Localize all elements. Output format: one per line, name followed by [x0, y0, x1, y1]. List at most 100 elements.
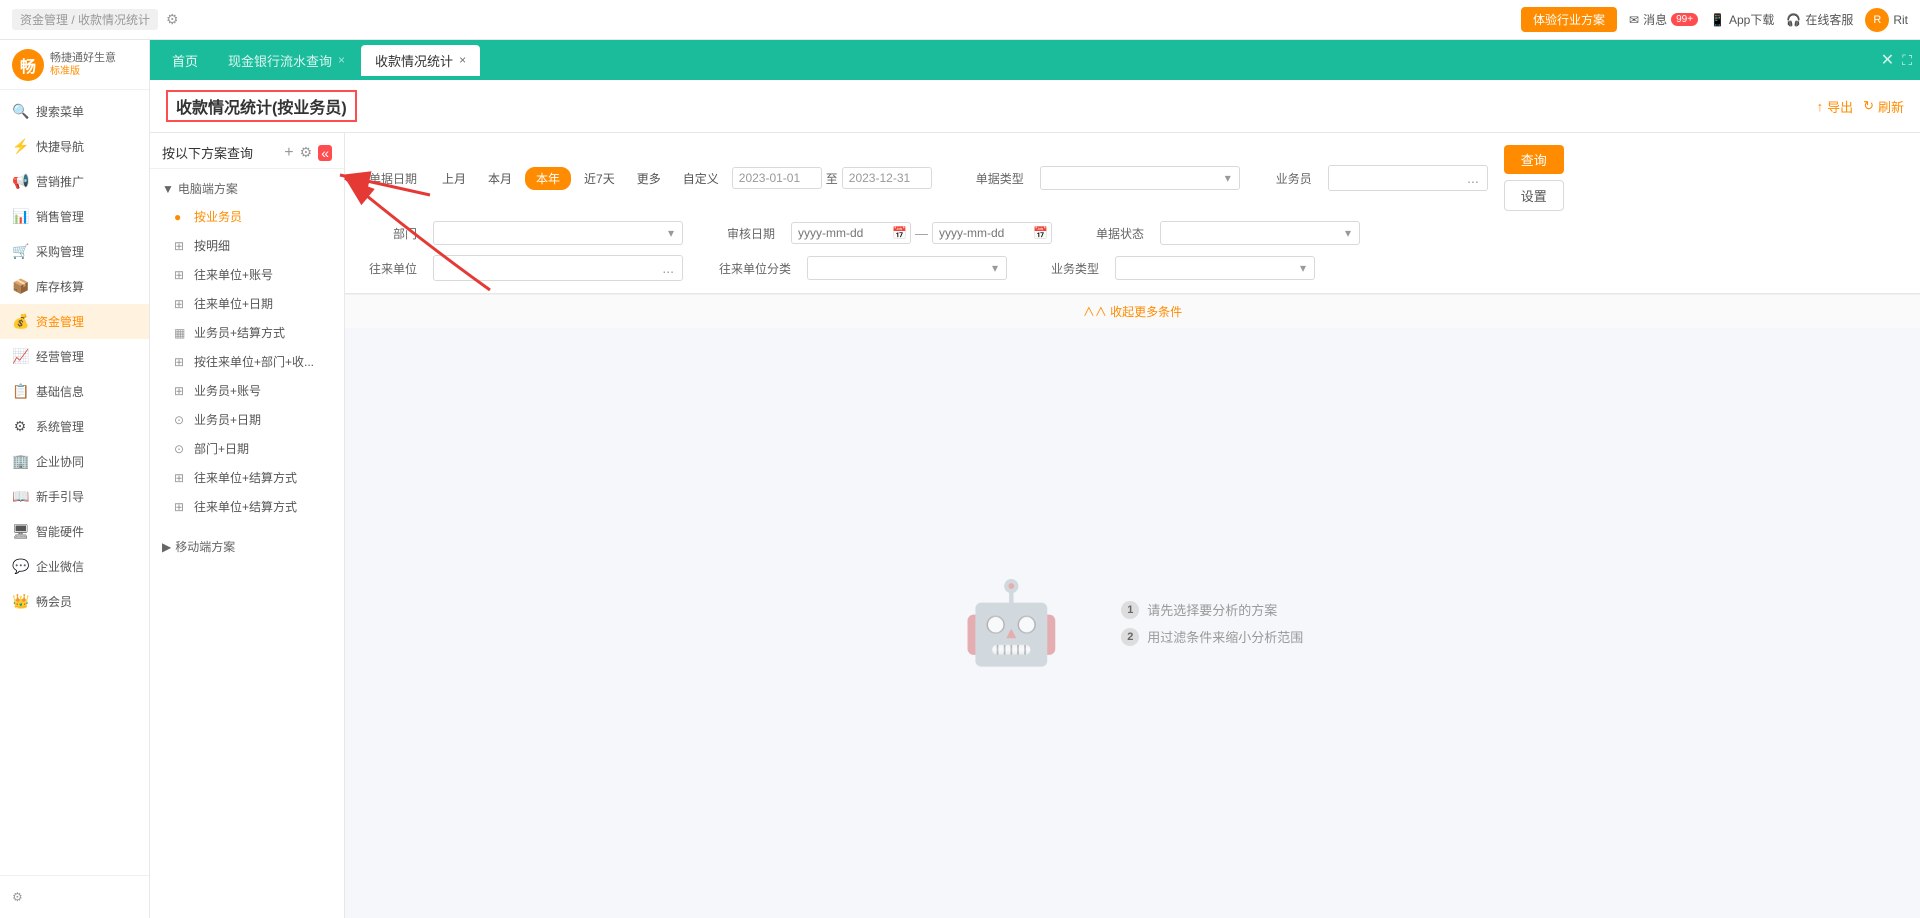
biz-type-select[interactable]: ▾ [1115, 256, 1315, 280]
scheme-item-partner-dept[interactable]: ⊞ 按往来单位+部门+收... [150, 347, 344, 376]
scheme-item-partner-date[interactable]: ⊞ 往来单位+日期 [150, 289, 344, 318]
tab-close-all-icon[interactable]: ✕ [1881, 50, 1894, 70]
sidebar-settings-btn[interactable]: ⚙ [0, 884, 149, 910]
sidebar-item-operations[interactable]: 📈 经营管理 [0, 339, 149, 374]
doc-status-label: 单据状态 [1088, 225, 1144, 242]
sidebar-item-guide[interactable]: 📖 新手引导 [0, 479, 149, 514]
partner-more-dots[interactable]: ... [662, 260, 674, 276]
add-scheme-btn[interactable]: + [284, 144, 293, 162]
doc-type-select[interactable]: ▾ [1040, 166, 1240, 190]
shortcut-custom[interactable]: 自定义 [674, 167, 728, 190]
partner-input[interactable]: ... [433, 255, 683, 281]
scheme-item-salesperson[interactable]: ● 按业务员 [150, 202, 344, 231]
marketing-icon: 📢 [12, 173, 28, 190]
chevron-down-icon: ▾ [1225, 171, 1231, 185]
collapse-panel-btn[interactable]: « [318, 145, 332, 161]
item-icon: ⊞ [174, 471, 188, 485]
step-num-1: 1 [1121, 601, 1139, 619]
refresh-icon: ↻ [1863, 98, 1874, 114]
message-icon: ✉ [1629, 13, 1639, 27]
sidebar-item-finance[interactable]: 💰 资金管理 [0, 304, 149, 339]
salesperson-select[interactable]: ... [1328, 165, 1488, 191]
settings-bottom-icon: ⚙ [12, 890, 23, 904]
scheme-item-dept-date[interactable]: ⊙ 部门+日期 [150, 434, 344, 463]
gear-icon-topbar[interactable]: ⚙ [166, 11, 179, 28]
shortcut-more[interactable]: 更多 [628, 167, 670, 190]
chevron-down-icon: ▾ [992, 261, 998, 275]
sidebar-item-marketing[interactable]: 📢 营销推广 [0, 164, 149, 199]
tab-collection-close[interactable]: × [459, 53, 466, 67]
doc-status-select[interactable]: ▾ [1160, 221, 1360, 245]
tab-cashflow-close[interactable]: × [338, 53, 345, 67]
breadcrumb: 资金管理 / 收款情况统计 [12, 9, 158, 30]
page-title: 收款情况统计(按业务员) [166, 90, 357, 122]
calendar-icon2[interactable]: 📅 [1033, 226, 1048, 240]
sidebar-item-baseinfo[interactable]: 📋 基础信息 [0, 374, 149, 409]
sidebar-item-system[interactable]: ⚙ 系统管理 [0, 409, 149, 444]
item-icon: ⊞ [174, 384, 188, 398]
calendar-icon[interactable]: 📅 [892, 226, 907, 240]
audit-to-input[interactable] [939, 226, 1029, 240]
app-download-btn[interactable]: 📱 App下载 [1710, 11, 1774, 28]
more-dots-icon[interactable]: ... [1467, 170, 1479, 186]
message-btn[interactable]: ✉ 消息 99+ [1629, 11, 1698, 28]
sidebar-item-purchase[interactable]: 🛒 采购管理 [0, 234, 149, 269]
sidebar-item-label: 畅会员 [36, 593, 72, 610]
scheme-item-salesperson-account[interactable]: ⊞ 业务员+账号 [150, 376, 344, 405]
shortcut-this-month[interactable]: 本月 [479, 167, 521, 190]
sidebar-item-inventory[interactable]: 📦 库存核算 [0, 269, 149, 304]
scheme-group-desktop-title[interactable]: ▼ 电脑端方案 [150, 175, 344, 202]
download-icon: 📱 [1710, 13, 1725, 27]
sidebar-item-hardware[interactable]: 🖥 智能硬件 [0, 514, 149, 549]
scheme-item-label: 按往来单位+部门+收... [194, 353, 314, 370]
tab-collection[interactable]: 收款情况统计 × [361, 45, 480, 76]
sidebar-item-search[interactable]: 🔍 搜索菜单 [0, 94, 149, 129]
audit-from-input[interactable] [798, 226, 888, 240]
shortcut-7days[interactable]: 近7天 [575, 167, 624, 190]
scheme-group-mobile-title[interactable]: ▶ 移动端方案 [150, 533, 344, 560]
panel-header: 按以下方案查询 + ⚙ « [150, 133, 344, 169]
partner-type-label: 往来单位分类 [719, 260, 791, 277]
partner-type-select[interactable]: ▾ [807, 256, 1007, 280]
tab-bar-right: ✕ ⛶ [1881, 50, 1912, 70]
audit-date-to[interactable]: 📅 [932, 222, 1052, 244]
scheme-group-label: 移动端方案 [175, 538, 235, 555]
audit-date-from[interactable]: 📅 [791, 222, 911, 244]
sidebar-item-wechat[interactable]: 💬 企业微信 [0, 549, 149, 584]
empty-state: 🤖 1 请先选择要分析的方案 2 用过滤条件来缩小分析范围 [962, 576, 1304, 670]
sidebar-item-sales[interactable]: 📊 销售管理 [0, 199, 149, 234]
dept-select[interactable]: ▾ [433, 221, 683, 245]
shortcut-this-year[interactable]: 本年 [525, 167, 571, 190]
settings-scheme-btn[interactable]: ⚙ [300, 144, 313, 161]
trial-btn[interactable]: 体验行业方案 [1521, 7, 1617, 32]
scheme-item-partner-settle1[interactable]: ⊞ 往来单位+结算方式 [150, 463, 344, 492]
settings-btn[interactable]: 设置 [1504, 180, 1564, 211]
date-from-input[interactable] [732, 167, 822, 189]
filter-row-2: 部门 ▾ 审核日期 📅 — [361, 221, 1904, 245]
refresh-btn[interactable]: ↻ 刷新 [1863, 97, 1904, 116]
dept-label: 部门 [361, 225, 417, 242]
export-btn[interactable]: ↑ 导出 [1817, 97, 1854, 116]
tab-home[interactable]: 首页 [158, 45, 212, 76]
scheme-item-salesperson-settle[interactable]: ▦ 业务员+结算方式 [150, 318, 344, 347]
scheme-item-partner-account[interactable]: ⊞ 往来单位+账号 [150, 260, 344, 289]
sidebar-item-member[interactable]: 👑 畅会员 [0, 584, 149, 619]
scheme-group-label: 电脑端方案 [178, 180, 238, 197]
scheme-item-salesperson-date[interactable]: ⊙ 业务员+日期 [150, 405, 344, 434]
online-service-btn[interactable]: 🎧 在线客服 [1786, 11, 1853, 28]
date-to-input[interactable] [842, 167, 932, 189]
shortcut-last-month[interactable]: 上月 [433, 167, 475, 190]
collapse-bar[interactable]: ∧∧ 收起更多条件 [345, 294, 1920, 328]
sidebar-item-enterprise[interactable]: 🏢 企业协同 [0, 444, 149, 479]
tab-expand-icon[interactable]: ⛶ [1902, 52, 1912, 69]
scheme-item-partner-settle2[interactable]: ⊞ 往来单位+结算方式 [150, 492, 344, 521]
item-active-icon: ● [174, 210, 188, 224]
partner-label: 往来单位 [361, 260, 417, 277]
scheme-item-label: 部门+日期 [194, 440, 249, 457]
sidebar-bottom: ⚙ [0, 875, 149, 918]
quicknav-icon: ⚡ [12, 138, 28, 155]
query-btn[interactable]: 查询 [1504, 145, 1564, 174]
scheme-item-detail[interactable]: ⊞ 按明细 [150, 231, 344, 260]
sidebar-item-quicknav[interactable]: ⚡ 快捷导航 [0, 129, 149, 164]
tab-cashflow[interactable]: 现金银行流水查询 × [214, 45, 359, 76]
